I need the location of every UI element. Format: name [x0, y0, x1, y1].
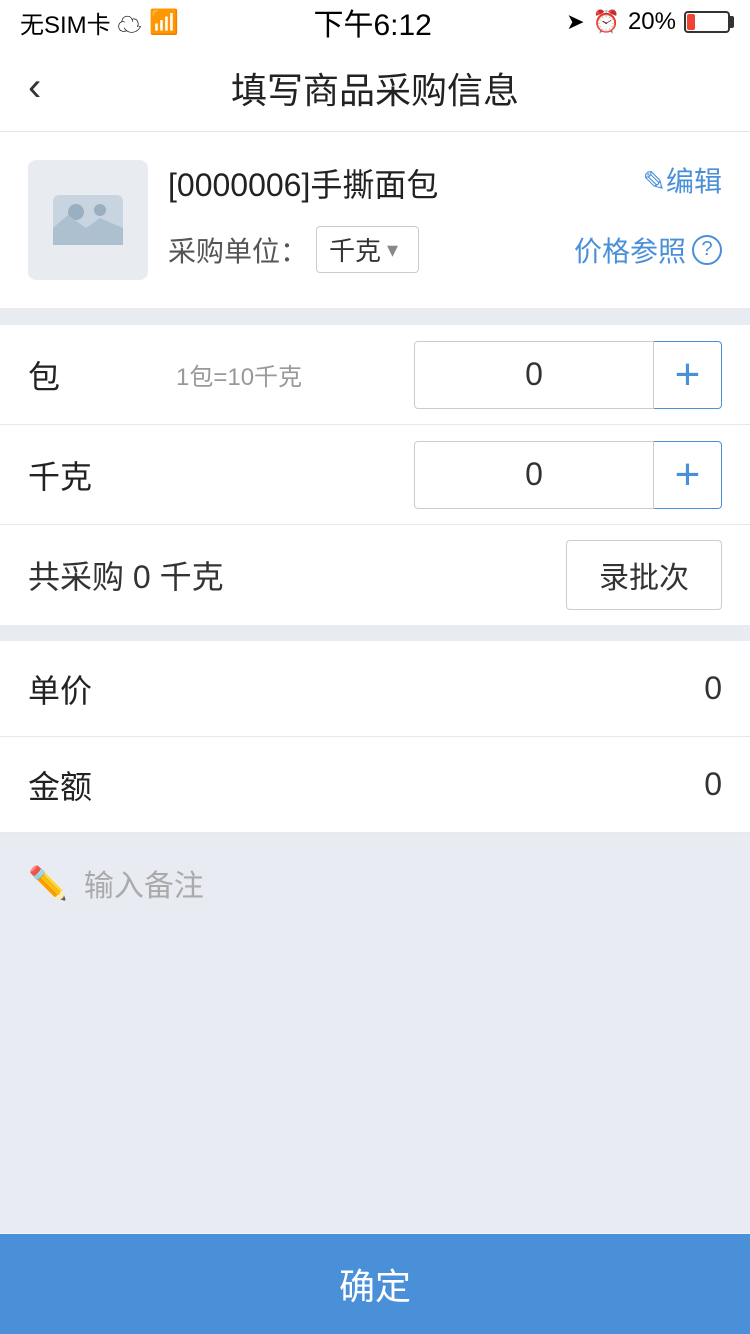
- summary-row: 共采购 0 千克 录批次: [0, 525, 750, 625]
- unit-select[interactable]: 千克 ▾: [316, 226, 419, 273]
- price-section: 单价 0 金额 0: [0, 641, 750, 833]
- product-card: [0000006]手撕面包 ✎编辑 采购单位： 千克 ▾ 价格参照 ?: [0, 132, 750, 309]
- price-ref-button[interactable]: 价格参照 ?: [574, 230, 722, 270]
- section-divider-2: [0, 625, 750, 641]
- status-right: ➤ ⏰ 20%: [566, 8, 730, 36]
- unit-price-label: 单价: [28, 666, 92, 712]
- empty-area: [0, 933, 750, 1233]
- alarm-icon: ⏰: [593, 9, 620, 35]
- kg-plus-button[interactable]: +: [654, 441, 722, 509]
- location-icon: ➤: [566, 9, 584, 35]
- unit-value: 千克: [329, 231, 381, 268]
- kg-section: 千克 +: [0, 425, 750, 525]
- section-divider-1: [0, 309, 750, 325]
- info-icon: ?: [692, 235, 722, 265]
- confirm-label: 确定: [339, 1258, 411, 1310]
- wifi-icon: 📶: [149, 8, 179, 37]
- header: ‹ 填写商品采购信息: [0, 44, 750, 132]
- bag-plus-button[interactable]: +: [654, 341, 722, 409]
- bag-section: 包 1包=10千克 +: [0, 325, 750, 425]
- bag-input-right: +: [302, 341, 722, 409]
- bag-input-row: 包 1包=10千克 +: [0, 325, 750, 425]
- battery-text: 20%: [628, 8, 676, 36]
- status-bar: 无SIM卡 ☁ 📶 下午6:12 ➤ ⏰ 20%: [0, 0, 750, 44]
- kg-input-right: +: [168, 441, 722, 509]
- note-section[interactable]: ✏️ 输入备注: [0, 833, 750, 933]
- bag-label: 包: [28, 352, 168, 398]
- unit-price-row: 单价 0: [0, 641, 750, 737]
- pencil-icon: ✏️: [28, 864, 68, 902]
- kg-input-row: 千克 +: [0, 425, 750, 525]
- note-input[interactable]: 输入备注: [84, 861, 204, 905]
- unit-price-value: 0: [704, 670, 722, 707]
- bag-quantity-input[interactable]: [414, 341, 654, 409]
- product-info: [0000006]手撕面包 ✎编辑 采购单位： 千克 ▾ 价格参照 ?: [168, 160, 722, 273]
- amount-value: 0: [704, 766, 722, 803]
- page-title: 填写商品采购信息: [231, 62, 519, 114]
- amount-label: 金额: [28, 762, 92, 808]
- sim-text: 无SIM卡 ☁: [20, 5, 141, 40]
- product-image: [28, 160, 148, 280]
- status-time: 下午6:12: [313, 0, 431, 44]
- back-button[interactable]: ‹: [28, 65, 41, 110]
- summary-text: 共采购 0 千克: [28, 552, 224, 598]
- product-name: [0000006]手撕面包: [168, 160, 438, 206]
- kg-label: 千克: [28, 452, 168, 498]
- batch-button[interactable]: 录批次: [566, 540, 722, 610]
- unit-label: 采购单位：: [168, 230, 308, 270]
- amount-row: 金额 0: [0, 737, 750, 833]
- status-left: 无SIM卡 ☁ 📶: [20, 5, 179, 40]
- battery-icon: [684, 11, 730, 33]
- kg-quantity-input[interactable]: [414, 441, 654, 509]
- confirm-button[interactable]: 确定: [0, 1234, 750, 1334]
- chevron-down-icon: ▾: [387, 237, 398, 263]
- bag-sublabel: 1包=10千克: [176, 357, 302, 392]
- edit-button[interactable]: ✎编辑: [643, 160, 722, 200]
- price-ref-label: 价格参照: [574, 230, 686, 270]
